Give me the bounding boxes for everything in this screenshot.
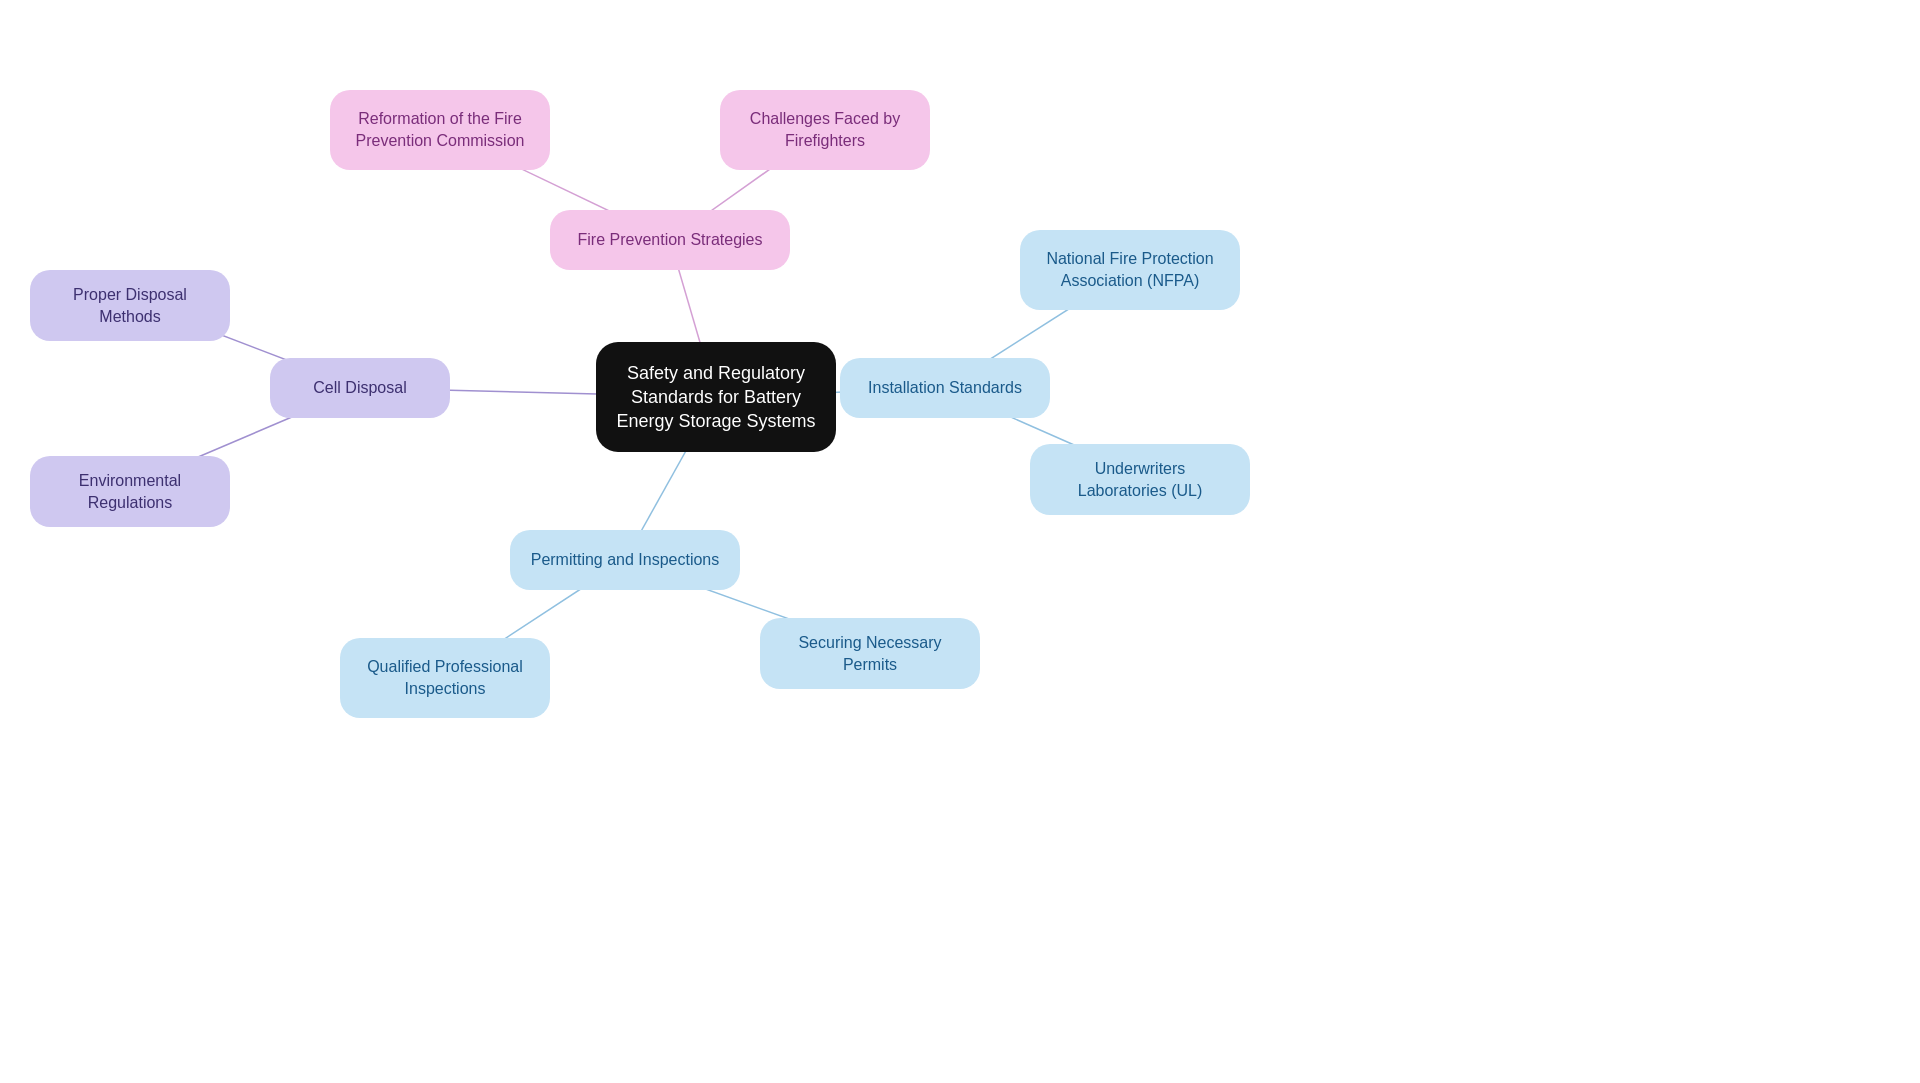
nfpa-node[interactable]: National Fire Protection Association (NF… xyxy=(1020,230,1240,310)
reformation-node[interactable]: Reformation of the Fire Prevention Commi… xyxy=(330,90,550,170)
installation-standards-node[interactable]: Installation Standards xyxy=(840,358,1050,418)
center-node[interactable]: Safety and Regulatory Standards for Batt… xyxy=(596,342,836,452)
challenges-node[interactable]: Challenges Faced by Firefighters xyxy=(720,90,930,170)
ul-node[interactable]: Underwriters Laboratories (UL) xyxy=(1030,444,1250,515)
qualified-node[interactable]: Qualified Professional Inspections xyxy=(340,638,550,718)
fire-prevention-strategies-node[interactable]: Fire Prevention Strategies xyxy=(550,210,790,270)
cell-disposal-node[interactable]: Cell Disposal xyxy=(270,358,450,418)
environmental-regulations-node[interactable]: Environmental Regulations xyxy=(30,456,230,527)
proper-disposal-node[interactable]: Proper Disposal Methods xyxy=(30,270,230,341)
permitting-node[interactable]: Permitting and Inspections xyxy=(510,530,740,590)
securing-node[interactable]: Securing Necessary Permits xyxy=(760,618,980,689)
